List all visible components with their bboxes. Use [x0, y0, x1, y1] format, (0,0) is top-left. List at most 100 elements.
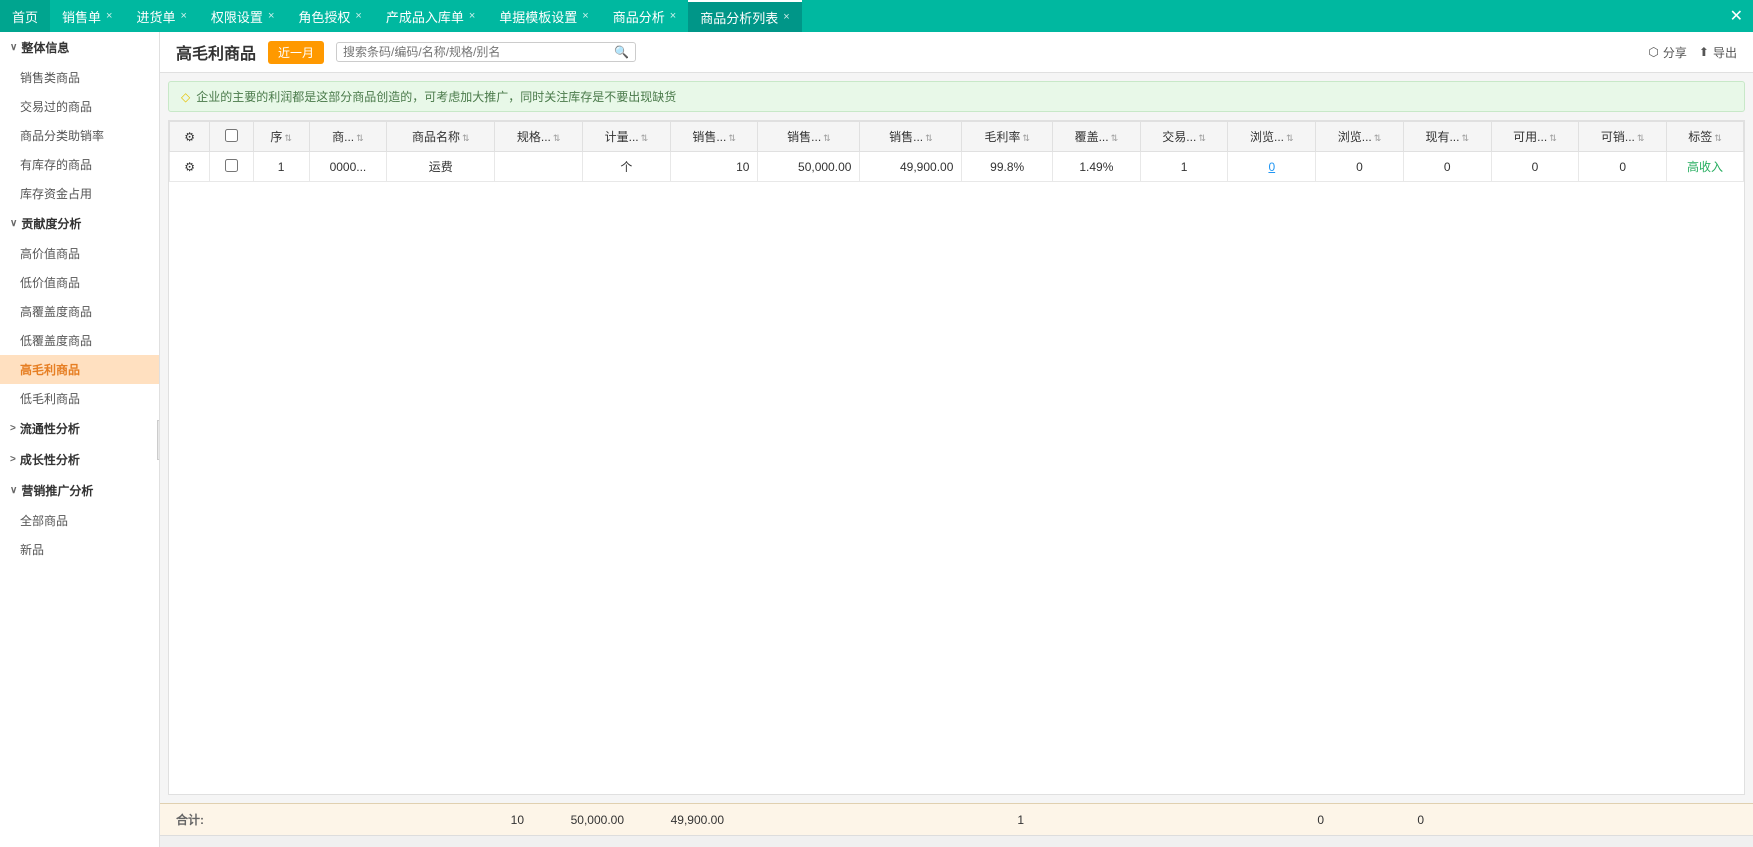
sidebar-item-库存资金占用[interactable]: 库存资金占用: [0, 179, 159, 208]
sidebar-item-新品[interactable]: 新品: [0, 535, 159, 564]
top-nav: 首页销售单 ×进货单 ×权限设置 ×角色授权 ×产成品入库单 ×单据模板设置 ×…: [0, 0, 1753, 32]
sidebar-group-title-text: 成长性分析: [20, 451, 80, 468]
sidebar: « ∨ 整体信息销售类商品交易过的商品商品分类助销率有库存的商品库存资金占用∨贡献…: [0, 32, 160, 847]
export-button[interactable]: ⬆ 导出: [1699, 44, 1737, 61]
nav-close-商品分析列表[interactable]: ×: [783, 11, 789, 23]
col-header-view2[interactable]: 浏览...⇅: [1316, 122, 1404, 152]
sidebar-group-成长性分析[interactable]: > 成长性分析: [0, 444, 159, 475]
select-all-checkbox[interactable]: [225, 129, 238, 142]
col-header-tag[interactable]: 标签⇅: [1667, 122, 1744, 152]
col-header-coverage[interactable]: 覆盖...⇅: [1053, 122, 1141, 152]
sidebar-item-低价值商品[interactable]: 低价值商品: [0, 268, 159, 297]
nav-close-销售单[interactable]: ×: [106, 10, 112, 22]
table-cell: 10: [670, 152, 758, 182]
sidebar-item-全部商品[interactable]: 全部商品: [0, 506, 159, 535]
col-header-view1[interactable]: 浏览...⇅: [1228, 122, 1316, 152]
nav-close-单据模板设置[interactable]: ×: [582, 10, 588, 22]
table-cell: 0: [1316, 152, 1404, 182]
table-cell: 高收入: [1667, 152, 1744, 182]
table-cell: 49,900.00: [860, 152, 962, 182]
col-header-gross_margin[interactable]: 毛利率⇅: [962, 122, 1053, 152]
sidebar-item-高覆盖度商品[interactable]: 高覆盖度商品: [0, 297, 159, 326]
col-header-code[interactable]: 商...⇅: [309, 122, 387, 152]
footer-sales-qty: 10: [444, 813, 524, 827]
horizontal-scrollbar[interactable]: [160, 835, 1753, 847]
footer-available-stock: 0: [1344, 813, 1424, 827]
nav-item-商品分析列表[interactable]: 商品分析列表 ×: [688, 0, 801, 32]
close-all-tabs[interactable]: ✕: [1720, 6, 1753, 26]
sidebar-group-营销推广分析[interactable]: ∨ 营销推广分析: [0, 475, 159, 506]
table-cell[interactable]: [210, 152, 253, 182]
col-header-checkbox[interactable]: [210, 122, 253, 152]
nav-item-角色授权[interactable]: 角色授权 ×: [286, 0, 373, 32]
data-table: ⚙序⇅商...⇅商品名称⇅规格...⇅计量...⇅销售...⇅销售...⇅销售.…: [169, 121, 1744, 182]
nav-close-角色授权[interactable]: ×: [355, 10, 361, 22]
nav-close-进货单[interactable]: ×: [180, 10, 186, 22]
sidebar-item-低毛利商品[interactable]: 低毛利商品: [0, 384, 159, 413]
sidebar-group-title-text: 整体信息: [21, 39, 69, 56]
export-icon: ⬆: [1699, 45, 1709, 59]
search-input[interactable]: [343, 45, 610, 59]
sidebar-item-商品分类助销率[interactable]: 商品分类助销率: [0, 121, 159, 150]
table-cell: 1.49%: [1053, 152, 1141, 182]
nav-item-单据模板设置[interactable]: 单据模板设置 ×: [487, 0, 600, 32]
sidebar-item-低覆盖度商品[interactable]: 低覆盖度商品: [0, 326, 159, 355]
sidebar-group-arrow: ∨: [10, 485, 17, 496]
nav-close-产成品入库单[interactable]: ×: [469, 10, 475, 22]
sidebar-item-有库存的商品[interactable]: 有库存的商品: [0, 150, 159, 179]
sidebar-item-高毛利商品[interactable]: 高毛利商品: [0, 355, 159, 384]
row-checkbox[interactable]: [225, 159, 238, 172]
col-header-trade[interactable]: 交易...⇅: [1140, 122, 1228, 152]
info-banner: ◇ 企业的主要的利润都是这部分商品创造的，可考虑加大推广，同时关注库存是不要出现…: [168, 81, 1745, 112]
table-cell: 0: [1579, 152, 1667, 182]
sidebar-group-贡献度分析[interactable]: ∨贡献度分析: [0, 208, 159, 239]
table-cell: 99.8%: [962, 152, 1053, 182]
table-cell: 0: [1403, 152, 1491, 182]
header-actions: ⬡ 分享 ⬆ 导出: [1648, 44, 1737, 61]
col-header-settings[interactable]: ⚙: [170, 122, 210, 152]
col-header-sellable_stock[interactable]: 可销...⇅: [1579, 122, 1667, 152]
nav-item-销售单[interactable]: 销售单 ×: [50, 0, 124, 32]
col-header-sales_qty[interactable]: 销售...⇅: [670, 122, 758, 152]
nav-item-权限设置[interactable]: 权限设置 ×: [199, 0, 286, 32]
col-header-current_stock[interactable]: 现有...⇅: [1403, 122, 1491, 152]
sidebar-group-title-text: 流通性分析: [20, 420, 80, 437]
col-header-spec[interactable]: 规格...⇅: [495, 122, 583, 152]
sidebar-group-arrow: >: [10, 454, 16, 465]
col-header-name[interactable]: 商品名称⇅: [387, 122, 495, 152]
table-footer: 合计: 10 50,000.00 49,900.00 1 0 0: [160, 803, 1753, 835]
sidebar-collapse-button[interactable]: «: [157, 420, 160, 460]
table-row: ⚙10000...运费个1050,000.0049,900.0099.8%1.4…: [170, 152, 1744, 182]
search-icon[interactable]: 🔍: [614, 45, 629, 59]
col-header-unit[interactable]: 计量...⇅: [583, 122, 671, 152]
filter-recent-month-button[interactable]: 近一月: [268, 41, 324, 64]
footer-sales-amount: 50,000.00: [544, 813, 624, 827]
sidebar-item-高价值商品[interactable]: 高价值商品: [0, 239, 159, 268]
content-header: 高毛利商品 近一月 🔍 ⬡ 分享 ⬆ 导出: [160, 32, 1753, 73]
col-header-index[interactable]: 序⇅: [253, 122, 309, 152]
sidebar-group-arrow: ∨: [10, 42, 17, 53]
col-header-available_stock[interactable]: 可用...⇅: [1491, 122, 1579, 152]
row-settings[interactable]: ⚙: [170, 152, 210, 182]
nav-close-权限设置[interactable]: ×: [268, 10, 274, 22]
sidebar-group-title-text: 营销推广分析: [21, 482, 93, 499]
footer-trade: 1: [944, 813, 1024, 827]
search-box: 🔍: [336, 42, 636, 62]
info-text: 企业的主要的利润都是这部分商品创造的，可考虑加大推广，同时关注库存是不要出现缺货: [196, 88, 676, 105]
nav-item-商品分析[interactable]: 商品分析 ×: [601, 0, 688, 32]
table-cell[interactable]: 0: [1228, 152, 1316, 182]
sidebar-item-交易过的商品[interactable]: 交易过的商品: [0, 92, 159, 121]
nav-item-首页[interactable]: 首页: [0, 0, 50, 32]
table-cell: 1: [253, 152, 309, 182]
footer-current-stock: 0: [1244, 813, 1324, 827]
col-header-sales_profit[interactable]: 销售...⇅: [860, 122, 962, 152]
nav-close-商品分析[interactable]: ×: [670, 10, 676, 22]
nav-item-产成品入库单[interactable]: 产成品入库单 ×: [374, 0, 487, 32]
nav-item-进货单[interactable]: 进货单 ×: [124, 0, 198, 32]
sidebar-item-销售类商品[interactable]: 销售类商品: [0, 63, 159, 92]
sidebar-group-整体信息[interactable]: ∨ 整体信息: [0, 32, 159, 63]
main-layout: « ∨ 整体信息销售类商品交易过的商品商品分类助销率有库存的商品库存资金占用∨贡献…: [0, 32, 1753, 847]
share-button[interactable]: ⬡ 分享: [1648, 44, 1687, 61]
col-header-sales_amount[interactable]: 销售...⇅: [758, 122, 860, 152]
sidebar-group-流通性分析[interactable]: >流通性分析: [0, 413, 159, 444]
